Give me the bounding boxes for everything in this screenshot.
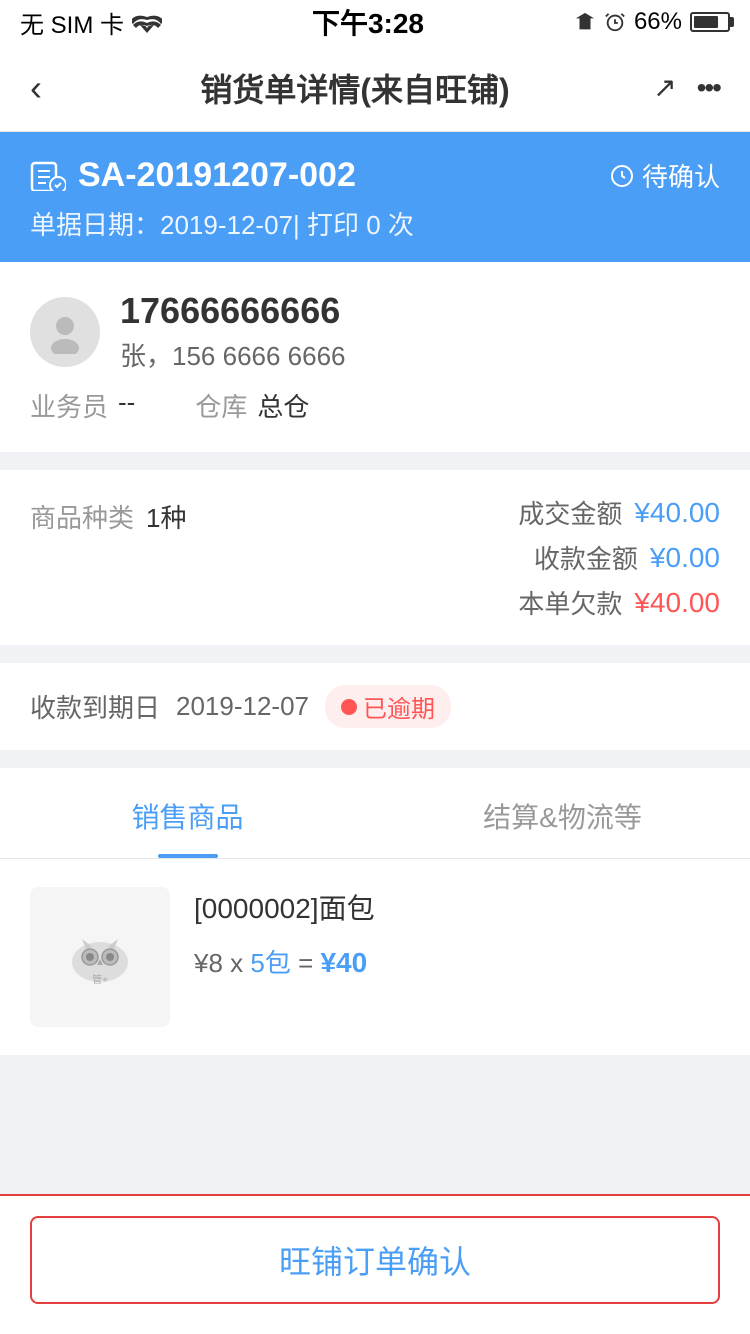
owed-label: 本单欠款	[518, 584, 622, 621]
product-info: [0000002]面包 ¥8 x 5包 = ¥40	[194, 887, 720, 980]
location-icon	[574, 11, 596, 33]
warehouse-item: 仓库 总仓	[195, 387, 309, 424]
order-doc-icon	[30, 161, 66, 191]
due-section: 收款到期日 2019-12-07 已逾期	[0, 663, 750, 750]
customer-name: 张，156 6666 6666	[120, 336, 346, 373]
summary-row: 商品种类 1种 成交金额 ¥40.00 收款金额 ¥0.00 本单欠款 ¥40.…	[30, 494, 720, 621]
confirm-button[interactable]: 旺铺订单确认	[30, 1216, 720, 1304]
battery-icon	[690, 12, 730, 32]
tab-sales-product[interactable]: 销售商品	[0, 768, 375, 858]
status-bar: 无 SIM 卡 下午3:28 66%	[0, 0, 750, 44]
overdue-text: 已逾期	[363, 689, 435, 724]
svg-text:管+: 管+	[92, 973, 108, 986]
order-banner-top: SA-20191207-002 待确认	[30, 156, 720, 195]
warehouse-label: 仓库	[195, 387, 247, 424]
warehouse-value: 总仓	[257, 387, 309, 424]
deal-amount-label: 成交金额	[518, 494, 622, 531]
page-title: 销货单详情(来自旺铺)	[90, 65, 620, 111]
order-id: SA-20191207-002	[30, 156, 356, 195]
due-date: 2019-12-07	[176, 691, 309, 722]
summary-section: 商品种类 1种 成交金额 ¥40.00 收款金额 ¥0.00 本单欠款 ¥40.…	[0, 470, 750, 645]
nav-bar: ‹ 销货单详情(来自旺铺) ↗ •••	[0, 44, 750, 132]
received-label: 收款金额	[534, 539, 638, 576]
customer-section: 17666666666 张，156 6666 6666 业务员 -- 仓库 总仓	[0, 262, 750, 452]
deal-amount-value: ¥40.00	[634, 497, 720, 529]
deal-amount-line: 成交金额 ¥40.00	[518, 494, 720, 531]
product-types-value: 1种	[146, 498, 186, 535]
product-section: 管+ [0000002]面包 ¥8 x 5包 = ¥40	[0, 859, 750, 1055]
order-status: 待确认	[610, 157, 720, 194]
total-value: ¥40	[320, 947, 367, 978]
quantity-value: 5包	[250, 948, 290, 978]
customer-meta: 业务员 -- 仓库 总仓	[30, 387, 720, 424]
owed-amount-line: 本单欠款 ¥40.00	[518, 584, 720, 621]
tabs-section: 销售商品 结算&物流等	[0, 768, 750, 859]
back-button[interactable]: ‹	[30, 67, 90, 109]
product-types: 商品种类 1种	[30, 494, 186, 535]
alarm-icon	[604, 11, 626, 33]
more-icon[interactable]: •••	[697, 72, 720, 104]
tab-underline	[158, 854, 218, 858]
order-date-line: 单据日期：2019-12-07| 打印 0 次	[30, 205, 720, 242]
customer-phone: 17666666666	[120, 290, 346, 332]
equals-text: =	[291, 948, 321, 978]
overdue-badge: 已逾期	[325, 685, 451, 728]
nav-actions: ↗ •••	[620, 71, 720, 104]
overdue-dot-icon	[341, 699, 357, 715]
received-value: ¥0.00	[650, 542, 720, 574]
customer-row: 17666666666 张，156 6666 6666	[30, 290, 720, 373]
product-image: 管+	[30, 887, 170, 1027]
salesperson-value: --	[118, 387, 135, 424]
status-time: 下午3:28	[312, 2, 424, 42]
bottom-bar: 旺铺订单确认	[0, 1194, 750, 1334]
owed-value: ¥40.00	[634, 587, 720, 619]
product-price-row: ¥8 x 5包 = ¥40	[194, 943, 720, 980]
due-label: 收款到期日	[30, 688, 160, 725]
received-amount-line: 收款金额 ¥0.00	[534, 539, 720, 576]
customer-contact: 17666666666 张，156 6666 6666	[120, 290, 346, 373]
status-left: 无 SIM 卡	[20, 5, 162, 40]
price-text: ¥8 x	[194, 948, 250, 978]
product-name: [0000002]面包	[194, 887, 720, 927]
tab-settlement[interactable]: 结算&物流等	[375, 768, 750, 858]
salesperson-label: 业务员	[30, 387, 108, 424]
carrier-text: 无 SIM 卡	[20, 5, 124, 40]
tabs-row: 销售商品 结算&物流等	[0, 768, 750, 859]
product-types-label: 商品种类	[30, 498, 134, 535]
product-thumbnail: 管+	[60, 927, 140, 987]
amounts: 成交金额 ¥40.00 收款金额 ¥0.00 本单欠款 ¥40.00	[518, 494, 720, 621]
avatar	[30, 297, 100, 367]
salesperson-item: 业务员 --	[30, 387, 135, 424]
clock-icon	[610, 164, 634, 188]
battery-text: 66%	[634, 8, 682, 36]
share-icon[interactable]: ↗	[653, 71, 676, 104]
order-banner: SA-20191207-002 待确认 单据日期：2019-12-07| 打印 …	[0, 132, 750, 262]
wifi-icon	[132, 11, 162, 33]
status-right: 66%	[574, 8, 730, 36]
